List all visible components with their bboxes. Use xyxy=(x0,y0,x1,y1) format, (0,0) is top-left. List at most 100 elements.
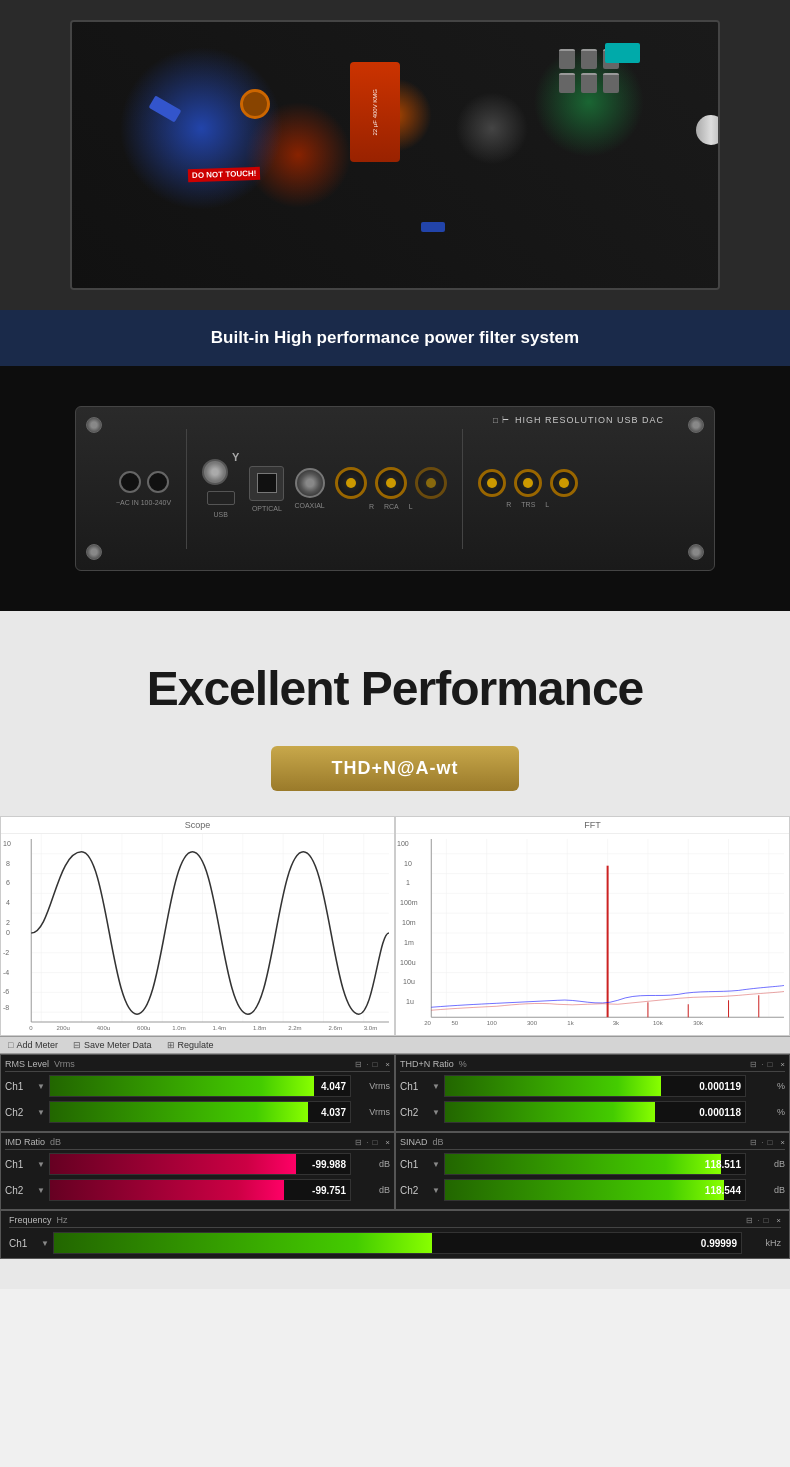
imd-ch1-value: -99.988 xyxy=(312,1159,346,1170)
svg-text:1.0m: 1.0m xyxy=(172,1025,185,1031)
thd-expand[interactable]: □ xyxy=(767,1060,772,1069)
rms-ch2-unit: Vrms xyxy=(355,1107,390,1117)
svg-text:200u: 200u xyxy=(56,1025,69,1031)
rms-restore[interactable]: · xyxy=(366,1060,368,1069)
imd-ch2-row: Ch2 ▼ -99.751 dB xyxy=(5,1179,390,1201)
sinad-ch2-arrow[interactable]: ▼ xyxy=(432,1186,440,1195)
rms-ch2-value: 4.037 xyxy=(321,1107,346,1118)
rca-l-label: L xyxy=(409,503,413,510)
blue-component-2 xyxy=(421,222,445,232)
thd-close[interactable]: × xyxy=(780,1060,785,1069)
imd-title: IMD Ratio dB xyxy=(5,1137,61,1147)
rms-title: RMS Level Vrms xyxy=(5,1059,75,1069)
antenna-connector xyxy=(202,459,228,485)
cap-6 xyxy=(603,73,619,93)
svg-text:0: 0 xyxy=(6,929,10,936)
rms-ch1-arrow[interactable]: ▼ xyxy=(37,1082,45,1091)
thd-panel: THD+N Ratio % ⊟ · □ × Ch1 ▼ 0.000119 % xyxy=(395,1054,790,1132)
sinad-ch1-fill xyxy=(445,1154,721,1174)
rms-ch1-label: Ch1 xyxy=(5,1081,33,1092)
rca-group xyxy=(335,467,447,499)
thd-ch2-arrow[interactable]: ▼ xyxy=(432,1108,440,1117)
sinad-ch1-row: Ch1 ▼ 118.511 dB xyxy=(400,1153,785,1175)
add-meter-btn[interactable]: □ Add Meter xyxy=(8,1040,58,1050)
freq-header: Frequency Hz ⊟ · □ × xyxy=(9,1215,781,1228)
teal-component xyxy=(605,43,640,63)
sinad-header: SINAD dB ⊟ · □ × xyxy=(400,1137,785,1150)
thd-ch1-arrow[interactable]: ▼ xyxy=(432,1082,440,1091)
warning-label: DO NOT TOUCH! xyxy=(188,167,261,183)
trs-r-label: R xyxy=(506,501,511,508)
cap-4 xyxy=(559,73,575,93)
ac-label: ~AC IN 100-240V xyxy=(116,499,171,506)
sinad-title-text: SINAD xyxy=(400,1137,428,1147)
dac-section: HIGH RESOLUTION USB DAC ~AC IN 100-240V … xyxy=(0,366,790,611)
sinad-ch2-fill xyxy=(445,1180,724,1200)
freq-ch1-arrow[interactable]: ▼ xyxy=(41,1239,49,1248)
thd-title-text: THD+N Ratio xyxy=(400,1059,454,1069)
sinad-unit: dB xyxy=(433,1137,444,1147)
thd-minimize[interactable]: ⊟ xyxy=(750,1060,757,1069)
dac-label-text: HIGH RESOLUTION USB DAC xyxy=(515,415,664,425)
freq-ch1-bar: 0.99999 xyxy=(53,1232,742,1254)
freq-restore[interactable]: · xyxy=(757,1216,759,1225)
svg-text:2.6m: 2.6m xyxy=(329,1025,342,1031)
sinad-expand[interactable]: □ xyxy=(767,1138,772,1147)
imd-panel: IMD Ratio dB ⊟ · □ × Ch1 ▼ -99.988 dB xyxy=(0,1132,395,1210)
regulate-btn[interactable]: ⊞ Regulate xyxy=(167,1040,214,1050)
imd-restore[interactable]: · xyxy=(366,1138,368,1147)
optical-switch xyxy=(249,466,284,501)
thd-icons: ⊟ · □ × xyxy=(750,1060,785,1069)
imd-minimize[interactable]: ⊟ xyxy=(355,1138,362,1147)
rms-ch2-label: Ch2 xyxy=(5,1107,33,1118)
svg-text:-4: -4 xyxy=(3,969,9,976)
scope-chart: Scope xyxy=(0,816,395,1036)
usb-label: USB xyxy=(214,511,228,518)
imd-ch2-arrow[interactable]: ▼ xyxy=(37,1186,45,1195)
sinad-close[interactable]: × xyxy=(780,1138,785,1147)
svg-text:300: 300 xyxy=(527,1020,538,1026)
rms-minimize[interactable]: ⊟ xyxy=(355,1060,362,1069)
thd-ch2-fill xyxy=(445,1102,655,1122)
thd-ch2-label: Ch2 xyxy=(400,1107,428,1118)
imd-title-text: IMD Ratio xyxy=(5,1137,45,1147)
coil-component xyxy=(240,89,270,119)
sinad-icons: ⊟ · □ × xyxy=(750,1138,785,1147)
freq-close[interactable]: × xyxy=(776,1216,781,1225)
sinad-ch2-value: 118.544 xyxy=(705,1185,741,1196)
save-meter-label: Save Meter Data xyxy=(84,1040,152,1050)
svg-text:-8: -8 xyxy=(3,1004,9,1011)
thd-ch1-unit: % xyxy=(750,1081,785,1091)
freq-expand[interactable]: □ xyxy=(763,1216,768,1225)
performance-title: Excellent Performance xyxy=(147,661,644,716)
svg-text:100m: 100m xyxy=(400,899,418,906)
sinad-minimize[interactable]: ⊟ xyxy=(750,1138,757,1147)
sinad-restore[interactable]: · xyxy=(761,1138,763,1147)
svg-text:8: 8 xyxy=(6,860,10,867)
save-meter-btn[interactable]: ⊟ Save Meter Data xyxy=(73,1040,152,1050)
rms-close[interactable]: × xyxy=(385,1060,390,1069)
socket-2 xyxy=(147,471,169,493)
main-capacitor: 22 μF 400V KMG xyxy=(350,62,400,162)
coaxial-port xyxy=(295,468,325,498)
trs-l-label: L xyxy=(545,501,549,508)
divider-1 xyxy=(186,429,187,549)
imd-expand[interactable]: □ xyxy=(372,1138,377,1147)
freq-ch1-value: 0.99999 xyxy=(701,1238,737,1249)
rms-expand[interactable]: □ xyxy=(372,1060,377,1069)
rms-ch2-arrow[interactable]: ▼ xyxy=(37,1108,45,1117)
imd-close[interactable]: × xyxy=(385,1138,390,1147)
thd-ch2-bar: 0.000118 xyxy=(444,1101,746,1123)
thd-title: THD+N Ratio % xyxy=(400,1059,467,1069)
thd-restore[interactable]: · xyxy=(761,1060,763,1069)
freq-minimize[interactable]: ⊟ xyxy=(746,1216,753,1225)
scope-svg: 10 8 6 4 2 0 -2 -4 -6 -8 0 200u 400u xyxy=(1,834,394,1032)
thd-badge: THD+N@A-wt xyxy=(271,746,518,791)
sinad-ch1-arrow[interactable]: ▼ xyxy=(432,1160,440,1169)
thd-ch2-row: Ch2 ▼ 0.000118 % xyxy=(400,1101,785,1123)
fft-title: FFT xyxy=(396,817,789,834)
silver-connector xyxy=(696,115,720,145)
imd-ch1-arrow[interactable]: ▼ xyxy=(37,1160,45,1169)
sinad-ch2-row: Ch2 ▼ 118.544 dB xyxy=(400,1179,785,1201)
rms-ch1-unit: Vrms xyxy=(355,1081,390,1091)
